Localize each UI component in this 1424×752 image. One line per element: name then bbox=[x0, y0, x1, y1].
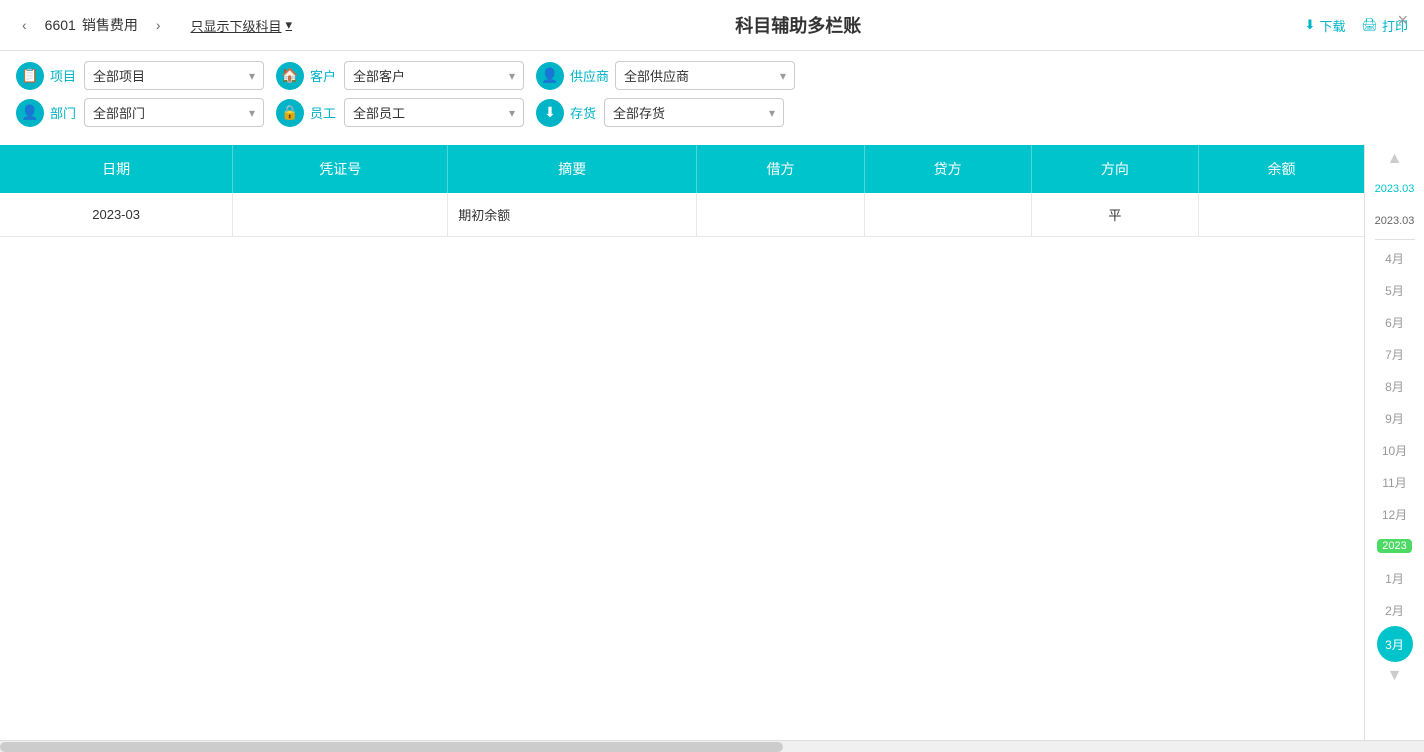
dept-value: 全部部门 bbox=[93, 103, 145, 122]
employee-select[interactable]: 全部员工 ▾ bbox=[344, 98, 524, 127]
show-sub-label: 只显示下级科目 bbox=[191, 16, 282, 35]
cell-debit bbox=[697, 193, 864, 237]
stock-icon: ⬇ bbox=[536, 99, 564, 127]
cell-summary: 期初余额 bbox=[448, 193, 697, 237]
customer-select[interactable]: 全部客户 ▾ bbox=[344, 61, 524, 90]
account-code: 6601 销售费用 bbox=[45, 15, 138, 35]
cell-balance bbox=[1198, 193, 1364, 237]
col-balance: 余额 bbox=[1198, 145, 1364, 193]
cell-date: 2023-03 bbox=[0, 193, 233, 237]
cell-direction: 平 bbox=[1031, 193, 1198, 237]
stock-value: 全部存货 bbox=[613, 103, 665, 122]
sidebar-month-5[interactable]: 5月 bbox=[1365, 274, 1424, 306]
sidebar-month-8[interactable]: 8月 bbox=[1365, 370, 1424, 402]
data-table: 日期 凭证号 摘要 借方 贷方 方向 余额 2023-03 期初余额 bbox=[0, 145, 1364, 237]
show-sub-toggle[interactable]: 只显示下级科目 ▾ bbox=[191, 16, 293, 35]
filter-customer: 🏠 客户 全部客户 ▾ bbox=[276, 61, 524, 90]
col-direction: 方向 bbox=[1031, 145, 1198, 193]
sidebar-divider bbox=[1375, 239, 1415, 240]
filter-dept: 👤 部门 全部部门 ▾ bbox=[16, 98, 264, 127]
sidebar-month-3-active[interactable]: 3月 bbox=[1377, 626, 1413, 662]
sidebar-month-2023-03-b[interactable]: 2023.03 bbox=[1365, 205, 1424, 237]
right-sidebar: ▲ 2023.03 2023.03 4月 5月 6月 7月 8月 9月 10月 … bbox=[1364, 145, 1424, 740]
horizontal-scrollbar[interactable] bbox=[0, 740, 1424, 752]
col-date: 日期 bbox=[0, 145, 233, 193]
col-summary: 摘要 bbox=[448, 145, 697, 193]
table-header-row: 日期 凭证号 摘要 借方 贷方 方向 余额 bbox=[0, 145, 1364, 193]
print-icon: 🖨 bbox=[1361, 17, 1378, 33]
sidebar-year-2023: 2023 bbox=[1365, 530, 1424, 562]
chevron-down-icon: ▾ bbox=[769, 106, 775, 120]
employee-label: 员工 bbox=[310, 103, 338, 122]
filter-supplier: 👤 供应商 全部供应商 ▾ bbox=[536, 61, 795, 90]
customer-value: 全部客户 bbox=[353, 66, 405, 85]
toolbar-actions: ⬇ 下载 🖨 打印 bbox=[1305, 16, 1408, 35]
sidebar-scroll-down-button[interactable]: ▼ bbox=[1365, 662, 1424, 690]
chevron-down-icon: ▾ bbox=[509, 106, 515, 120]
sidebar-scroll-up-button[interactable]: ▲ bbox=[1365, 145, 1424, 173]
supplier-value: 全部供应商 bbox=[624, 66, 689, 85]
table-row: 2023-03 期初余额 平 bbox=[0, 193, 1364, 237]
filter-project: 📋 项目 全部项目 ▾ bbox=[16, 61, 264, 90]
account-code-text: 6601 bbox=[45, 17, 76, 33]
nav-next-button[interactable]: › bbox=[150, 15, 167, 35]
sidebar-month-2[interactable]: 2月 bbox=[1365, 594, 1424, 626]
sidebar-month-9[interactable]: 9月 bbox=[1365, 402, 1424, 434]
download-button[interactable]: ⬇ 下载 bbox=[1305, 16, 1346, 35]
sidebar-month-11[interactable]: 11月 bbox=[1365, 466, 1424, 498]
filter-employee: 🔒 员工 全部员工 ▾ bbox=[276, 98, 524, 127]
scrollbar-thumb[interactable] bbox=[0, 742, 783, 752]
supplier-label: 供应商 bbox=[570, 66, 609, 85]
account-name-text: 销售费用 bbox=[82, 15, 138, 35]
cell-credit bbox=[864, 193, 1031, 237]
filter-row-1: 📋 项目 全部项目 ▾ 🏠 客户 全部客户 ▾ 👤 供应商 全部供应 bbox=[16, 61, 1408, 90]
filter-row-2: 👤 部门 全部部门 ▾ 🔒 员工 全部员工 ▾ ⬇ 存货 全部存货 bbox=[16, 98, 1408, 127]
col-debit: 借方 bbox=[697, 145, 864, 193]
dept-select[interactable]: 全部部门 ▾ bbox=[84, 98, 264, 127]
employee-icon: 🔒 bbox=[276, 99, 304, 127]
sidebar-month-1[interactable]: 1月 bbox=[1365, 562, 1424, 594]
scrollbar-track bbox=[0, 741, 1424, 752]
filter-stock: ⬇ 存货 全部存货 ▾ bbox=[536, 98, 784, 127]
project-value: 全部项目 bbox=[93, 66, 145, 85]
main-window: ‹ 6601 销售费用 › 只显示下级科目 ▾ 科目辅助多栏账 ⬇ 下载 🖨 打… bbox=[0, 0, 1424, 752]
supplier-select[interactable]: 全部供应商 ▾ bbox=[615, 61, 795, 90]
table-area: 日期 凭证号 摘要 借方 贷方 方向 余额 2023-03 期初余额 bbox=[0, 145, 1364, 740]
chevron-down-icon: ▾ bbox=[249, 69, 255, 83]
chevron-down-icon: ▾ bbox=[286, 17, 293, 33]
project-icon: 📋 bbox=[16, 62, 44, 90]
chevron-down-icon: ▾ bbox=[780, 69, 786, 83]
stock-select[interactable]: 全部存货 ▾ bbox=[604, 98, 784, 127]
filter-area: 📋 项目 全部项目 ▾ 🏠 客户 全部客户 ▾ 👤 供应商 全部供应 bbox=[0, 51, 1424, 145]
nav-prev-button[interactable]: ‹ bbox=[16, 15, 33, 35]
chevron-down-icon: ▾ bbox=[509, 69, 515, 83]
cell-voucher bbox=[233, 193, 448, 237]
title-bar: ‹ 6601 销售费用 › 只显示下级科目 ▾ 科目辅助多栏账 ⬇ 下载 🖨 打… bbox=[0, 0, 1424, 51]
sidebar-month-7[interactable]: 7月 bbox=[1365, 338, 1424, 370]
project-label: 项目 bbox=[50, 66, 78, 85]
stock-label: 存货 bbox=[570, 103, 598, 122]
page-title: 科目辅助多栏账 bbox=[304, 12, 1293, 38]
col-voucher: 凭证号 bbox=[233, 145, 448, 193]
sidebar-month-10[interactable]: 10月 bbox=[1365, 434, 1424, 466]
supplier-icon: 👤 bbox=[536, 62, 564, 90]
dept-icon: 👤 bbox=[16, 99, 44, 127]
sidebar-month-6[interactable]: 6月 bbox=[1365, 306, 1424, 338]
close-button[interactable]: × bbox=[1397, 10, 1408, 31]
main-area: 日期 凭证号 摘要 借方 贷方 方向 余额 2023-03 期初余额 bbox=[0, 145, 1424, 740]
download-label: 下载 bbox=[1319, 16, 1345, 35]
year-tag: 2023 bbox=[1377, 539, 1411, 553]
dept-label: 部门 bbox=[50, 103, 78, 122]
sidebar-month-12[interactable]: 12月 bbox=[1365, 498, 1424, 530]
customer-icon: 🏠 bbox=[276, 62, 304, 90]
sidebar-month-2023-03-a[interactable]: 2023.03 bbox=[1365, 173, 1424, 205]
download-icon: ⬇ bbox=[1305, 17, 1316, 33]
project-select[interactable]: 全部项目 ▾ bbox=[84, 61, 264, 90]
chevron-down-icon: ▾ bbox=[249, 106, 255, 120]
col-credit: 贷方 bbox=[864, 145, 1031, 193]
customer-label: 客户 bbox=[310, 66, 338, 85]
employee-value: 全部员工 bbox=[353, 103, 405, 122]
sidebar-month-4[interactable]: 4月 bbox=[1365, 242, 1424, 274]
